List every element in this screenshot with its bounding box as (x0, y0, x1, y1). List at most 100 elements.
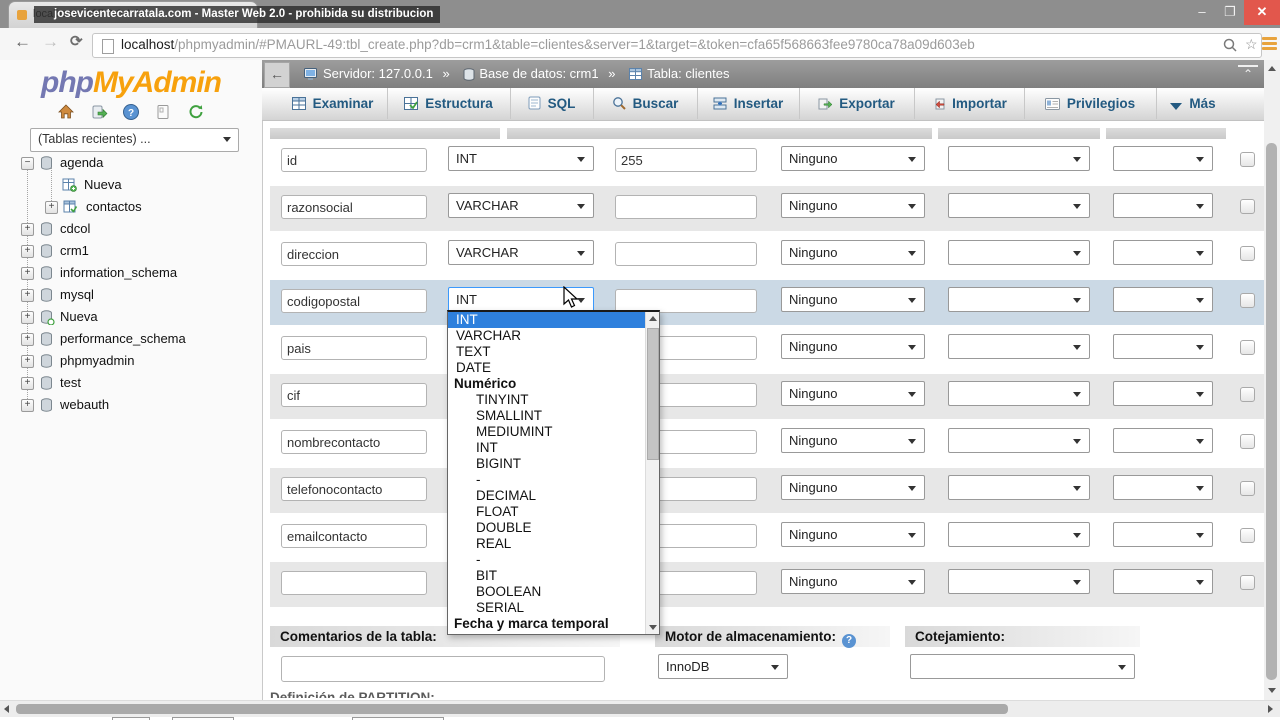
scroll-right-icon[interactable] (1268, 705, 1273, 713)
column-default-select[interactable]: Ninguno (781, 240, 925, 265)
type-option[interactable]: DOUBLE (448, 520, 659, 536)
null-checkbox[interactable] (1240, 528, 1255, 543)
tree-label[interactable]: contactos (86, 196, 142, 218)
column-name-input[interactable] (281, 477, 427, 501)
column-default-select[interactable]: Ninguno (781, 381, 925, 406)
scroll-down-icon[interactable] (649, 625, 657, 630)
back-button[interactable]: ← (14, 32, 31, 52)
column-collation-select[interactable] (948, 193, 1090, 218)
column-default-select[interactable]: Ninguno (781, 522, 925, 547)
horizontal-scrollbar[interactable] (0, 700, 1280, 717)
tree-label[interactable]: mysql (60, 284, 94, 306)
column-default-select[interactable]: Ninguno (781, 475, 925, 500)
help-icon[interactable]: ? (122, 103, 140, 121)
column-attributes-select[interactable] (1113, 240, 1213, 265)
null-checkbox[interactable] (1240, 434, 1255, 449)
panel-back-button[interactable]: ← (264, 62, 290, 88)
tab-mas[interactable]: Más (1156, 88, 1230, 119)
table-collation-select[interactable] (910, 654, 1135, 679)
type-option[interactable]: - (448, 552, 659, 568)
column-collation-select[interactable] (948, 146, 1090, 171)
browser-menu-icon[interactable] (1262, 37, 1277, 50)
tree-label[interactable]: Nueva (60, 306, 98, 328)
expand-expander[interactable]: + (21, 311, 34, 324)
scrollbar-thumb[interactable] (647, 328, 659, 460)
collapse-panel-icon[interactable]: ⌃ (1238, 65, 1258, 83)
zoom-icon[interactable] (1223, 38, 1237, 57)
expand-expander[interactable]: + (45, 201, 58, 214)
type-option[interactable]: DECIMAL (448, 488, 659, 504)
tab-exportar[interactable]: Exportar (799, 88, 915, 119)
scroll-up-icon[interactable] (1268, 66, 1276, 71)
column-name-input[interactable] (281, 430, 427, 454)
column-attributes-select[interactable] (1113, 334, 1213, 359)
type-option[interactable]: REAL (448, 536, 659, 552)
refresh-icon[interactable] (187, 103, 205, 121)
tree-label[interactable]: agenda (60, 152, 103, 174)
vertical-scrollbar[interactable] (1264, 60, 1280, 700)
tree-label[interactable]: Nueva (84, 174, 122, 196)
tree-label[interactable]: crm1 (60, 240, 89, 262)
column-attributes-select[interactable] (1113, 287, 1213, 312)
tree-label[interactable]: phpmyadmin (60, 350, 134, 372)
tree-label[interactable]: performance_schema (60, 328, 186, 350)
column-attributes-select[interactable] (1113, 475, 1213, 500)
logout-icon[interactable] (90, 103, 108, 121)
column-attributes-select[interactable] (1113, 146, 1213, 171)
breadcrumb-server[interactable]: Servidor: 127.0.0.1 (323, 66, 433, 81)
table-comments-input[interactable] (281, 656, 605, 682)
type-option[interactable]: TEXT (448, 344, 659, 360)
column-name-input[interactable] (281, 336, 427, 360)
recent-tables-select[interactable]: (Tablas recientes) ... (30, 128, 239, 152)
column-attributes-select[interactable] (1113, 569, 1213, 594)
tree-label[interactable]: information_schema (60, 262, 177, 284)
help-icon[interactable]: ? (842, 634, 857, 648)
bookmark-star-icon[interactable]: ☆ (1245, 36, 1258, 53)
column-default-select[interactable]: Ninguno (781, 334, 925, 359)
breadcrumb-table[interactable]: Tabla: clientes (647, 66, 729, 81)
null-checkbox[interactable] (1240, 246, 1255, 261)
scroll-left-icon[interactable] (4, 705, 9, 713)
column-type-select[interactable]: VARCHAR (448, 193, 594, 218)
column-default-select[interactable]: Ninguno (781, 193, 925, 218)
restore-button[interactable]: ❐ (1216, 0, 1244, 24)
column-collation-select[interactable] (948, 287, 1090, 312)
column-collation-select[interactable] (948, 240, 1090, 265)
column-name-input[interactable] (281, 524, 427, 548)
column-attributes-select[interactable] (1113, 381, 1213, 406)
type-option[interactable]: INT (448, 440, 659, 456)
expand-expander[interactable]: + (21, 399, 34, 412)
phpmyadmin-logo[interactable]: phpMyAdmin (0, 66, 262, 100)
column-collation-select[interactable] (948, 381, 1090, 406)
collapse-expander[interactable]: − (21, 157, 34, 170)
column-type-select[interactable]: INT (448, 146, 594, 171)
column-length-input[interactable] (615, 242, 757, 266)
type-option[interactable]: VARCHAR (448, 328, 659, 344)
column-collation-select[interactable] (948, 428, 1090, 453)
scroll-down-icon[interactable] (1268, 688, 1276, 693)
column-collation-select[interactable] (948, 522, 1090, 547)
expand-expander[interactable]: + (21, 355, 34, 368)
type-option-selected[interactable]: INT (448, 312, 659, 328)
type-option[interactable]: MEDIUMINT (448, 424, 659, 440)
tree-label[interactable]: webauth (60, 394, 109, 416)
type-option[interactable]: TINYINT (448, 392, 659, 408)
tab-insertar[interactable]: Insertar (697, 88, 800, 119)
null-checkbox[interactable] (1240, 293, 1255, 308)
scrollbar-thumb[interactable] (16, 704, 1008, 714)
type-option[interactable]: BIGINT (448, 456, 659, 472)
column-default-select[interactable]: Ninguno (781, 569, 925, 594)
type-option[interactable]: BOOLEAN (448, 584, 659, 600)
column-name-input[interactable] (281, 242, 427, 266)
null-checkbox[interactable] (1240, 575, 1255, 590)
home-icon[interactable] (57, 103, 75, 121)
docs-icon[interactable] (154, 103, 172, 121)
type-option[interactable]: - (448, 472, 659, 488)
column-attributes-select[interactable] (1113, 428, 1213, 453)
column-name-input[interactable] (281, 148, 427, 172)
storage-engine-select[interactable]: InnoDB (658, 654, 788, 679)
column-default-select[interactable]: Ninguno (781, 287, 925, 312)
type-option[interactable]: SERIAL (448, 600, 659, 616)
tree-label[interactable]: test (60, 372, 81, 394)
address-input[interactable]: localhost/phpmyadmin/#PMAURL-49:tbl_crea… (92, 33, 1262, 58)
